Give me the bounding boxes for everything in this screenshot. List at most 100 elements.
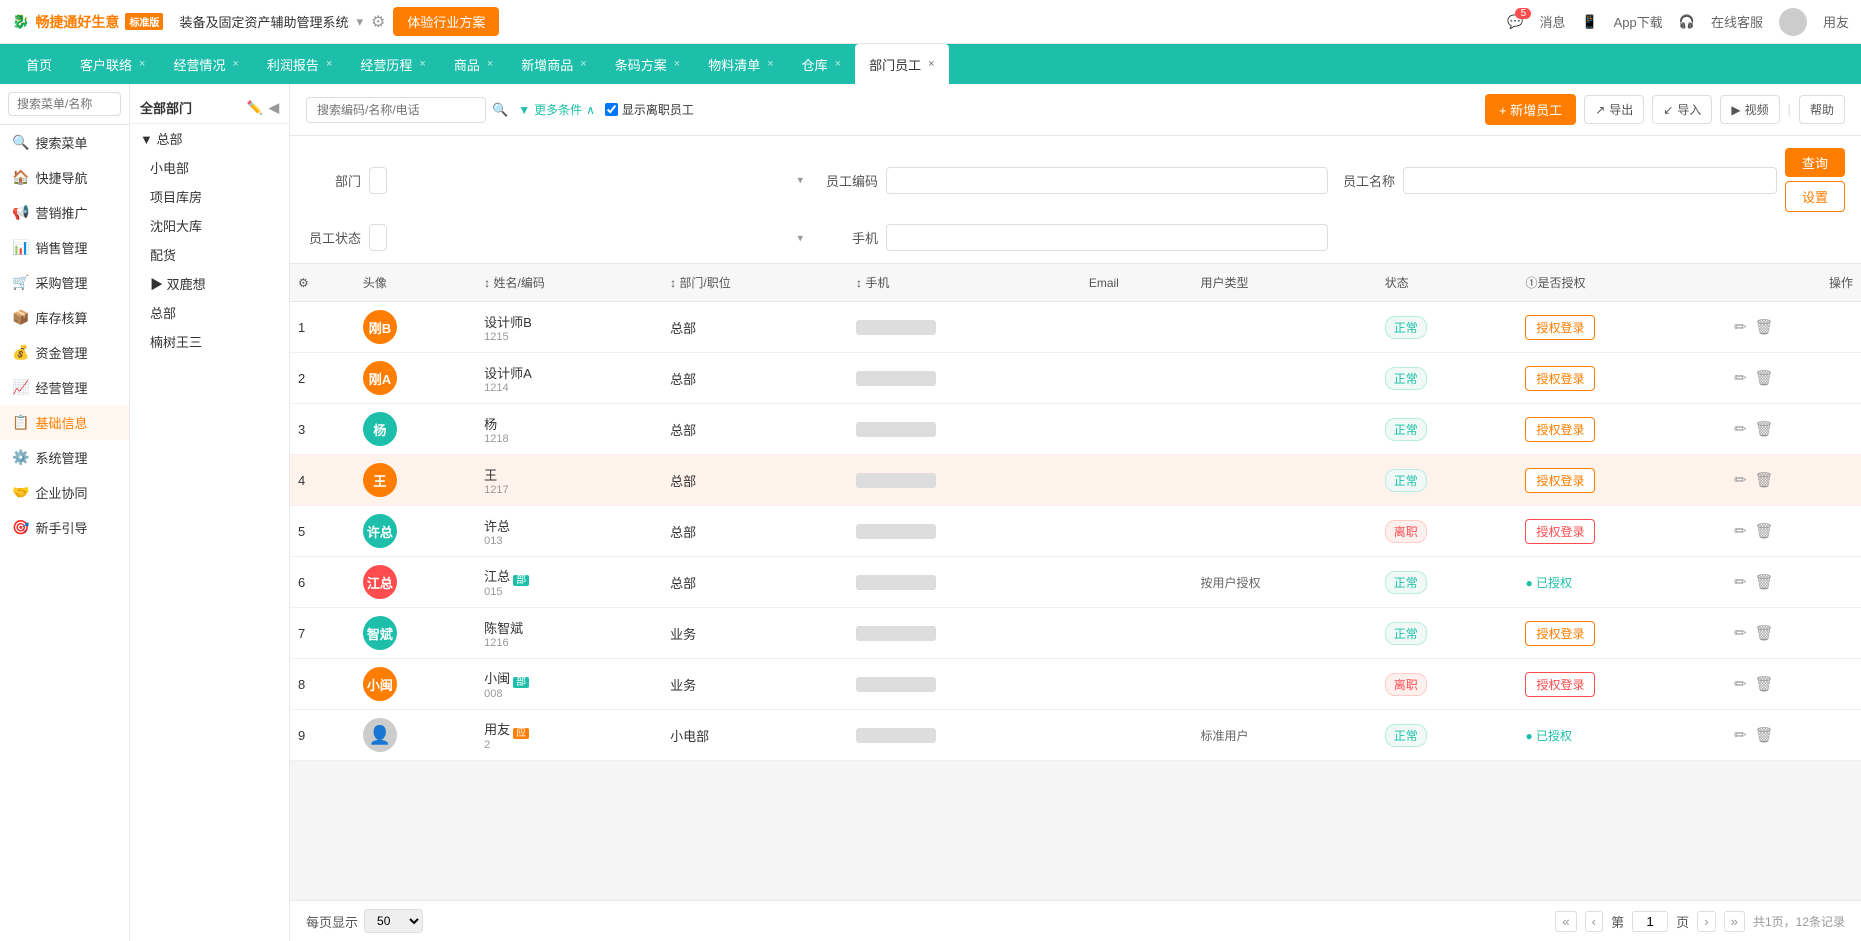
sidebar-item-库存核算[interactable]: 📦 库存核算 [0,300,129,335]
sidebar-search-input[interactable] [8,92,121,116]
table-settings-icon[interactable]: ⚙ [298,276,309,290]
page-number-input[interactable] [1632,911,1668,932]
page-size-select[interactable]: 50 100 [364,909,423,933]
nav-tab-商品[interactable]: 商品× [440,44,507,84]
auth-button[interactable]: 授权登录 [1525,672,1595,697]
view-button[interactable]: ▶ 视频 [1720,95,1779,124]
search-button[interactable]: 查询 [1785,148,1845,177]
dept-node-双鹿想[interactable]: ▶ 双鹿想 [130,269,289,298]
nav-tab-仓库[interactable]: 仓库× [788,44,855,84]
first-page-button[interactable]: « [1555,911,1576,932]
sidebar-item-新手引导[interactable]: 🎯 新手引导 [0,510,129,545]
auth-button[interactable]: 授权登录 [1525,519,1595,544]
dept-node-小电部[interactable]: 小电部 [130,153,289,182]
message-icon[interactable]: 💬 5 [1507,14,1523,30]
delete-icon[interactable]: 🗑 [1755,573,1774,591]
sidebar-item-资金管理[interactable]: 💰 资金管理 [0,335,129,370]
edit-icon[interactable]: ✏ [1734,471,1747,489]
close-tab-icon[interactable]: × [835,58,841,70]
close-tab-icon[interactable]: × [487,58,493,70]
dept-node-总部[interactable]: ▼ 总部 [130,124,289,153]
settings-icon[interactable]: ⚙ [371,12,385,32]
search-input[interactable] [306,97,486,123]
delete-icon[interactable]: 🗑 [1755,369,1774,387]
nav-tab-利润报告[interactable]: 利润报告× [253,44,346,84]
online-service-icon[interactable]: 🎧 [1679,14,1695,30]
edit-icon[interactable]: ✏ [1734,726,1747,744]
settings-button[interactable]: 设置 [1785,181,1845,212]
export-button[interactable]: ↗ 导出 [1584,95,1644,124]
delete-icon[interactable]: 🗑 [1755,471,1774,489]
delete-icon[interactable]: 🗑 [1755,624,1774,642]
close-tab-icon[interactable]: × [419,58,425,70]
nav-tab-经营历程[interactable]: 经营历程× [346,44,439,84]
show-resigned-checkbox[interactable]: 显示离职员工 [605,101,694,118]
sidebar-item-销售管理[interactable]: 📊 销售管理 [0,230,129,265]
emp-status-select[interactable] [369,224,387,251]
more-conditions-btn[interactable]: ▼ 更多条件 ∧ [518,101,595,118]
nav-tab-新增商品[interactable]: 新增商品× [507,44,600,84]
nav-tab-物料清单[interactable]: 物料清单× [694,44,787,84]
edit-icon[interactable]: ✏ [1734,420,1747,438]
dept-collapse-icon[interactable]: ◀ [269,100,279,116]
import-button[interactable]: ↙ 导入 [1652,95,1712,124]
close-tab-icon[interactable]: × [326,58,332,70]
show-resigned-check[interactable] [605,103,618,116]
nav-tab-客户联络[interactable]: 客户联络× [66,44,159,84]
edit-icon[interactable]: ✏ [1734,318,1747,336]
col-phone[interactable]: ↕ 手机 [848,264,1081,302]
delete-icon[interactable]: 🗑 [1755,675,1774,693]
sidebar-item-采购管理[interactable]: 🛒 采购管理 [0,265,129,300]
sidebar-item-企业协同[interactable]: 🤝 企业协同 [0,475,129,510]
sidebar-item-搜索菜单[interactable]: 🔍 搜索菜单 [0,125,129,160]
close-tab-icon[interactable]: × [139,58,145,70]
nav-tab-首页[interactable]: 首页 [12,44,66,84]
dropdown-icon[interactable]: ▾ [356,14,363,30]
dept-node-项目库房[interactable]: 项目库房 [130,182,289,211]
delete-icon[interactable]: 🗑 [1755,726,1774,744]
close-tab-icon[interactable]: × [580,58,586,70]
delete-icon[interactable]: 🗑 [1755,522,1774,540]
edit-icon[interactable]: ✏ [1734,369,1747,387]
close-tab-icon[interactable]: × [232,58,238,70]
edit-icon[interactable]: ✏ [1734,624,1747,642]
emp-code-input[interactable] [886,167,1328,194]
auth-button[interactable]: 授权登录 [1525,366,1595,391]
online-service-label[interactable]: 在线客服 [1711,12,1763,31]
sidebar-item-系统管理[interactable]: ⚙️ 系统管理 [0,440,129,475]
add-employee-button[interactable]: + 新增员工 [1485,94,1576,125]
sidebar-item-快捷导航[interactable]: 🏠 快捷导航 [0,160,129,195]
user-avatar[interactable] [1779,8,1807,36]
dept-select[interactable] [369,167,387,194]
edit-icon[interactable]: ✏ [1734,522,1747,540]
dept-node-沈阳大库[interactable]: 沈阳大库 [130,211,289,240]
auth-button[interactable]: 授权登录 [1525,417,1595,442]
dept-node-配货[interactable]: 配货 [130,240,289,269]
sidebar-item-营销推广[interactable]: 📢 营销推广 [0,195,129,230]
dept-edit-icon[interactable]: ✏️ [247,100,263,116]
edit-icon[interactable]: ✏ [1734,675,1747,693]
close-tab-icon[interactable]: × [767,58,773,70]
nav-tab-经营情况[interactable]: 经营情况× [159,44,252,84]
prev-page-button[interactable]: ‹ [1585,911,1603,932]
phone-input[interactable] [886,224,1328,251]
edit-icon[interactable]: ✏ [1734,573,1747,591]
trial-button[interactable]: 体验行业方案 [393,7,499,36]
last-page-button[interactable]: » [1724,911,1745,932]
dept-node-楠树王三[interactable]: 楠树王三 [130,327,289,356]
dept-node-总部[interactable]: 总部 [130,298,289,327]
delete-icon[interactable]: 🗑 [1755,420,1774,438]
app-download-label[interactable]: App下载 [1614,12,1663,31]
app-download-icon[interactable]: 📱 [1581,14,1597,30]
emp-name-input[interactable] [1403,167,1777,194]
col-settings[interactable]: ⚙ [290,264,355,302]
next-page-button[interactable]: › [1697,911,1715,932]
nav-tab-部门员工[interactable]: 部门员工× [855,44,948,84]
close-tab-icon[interactable]: × [674,58,680,70]
col-dept[interactable]: ↕ 部门/职位 [662,264,848,302]
help-button[interactable]: 帮助 [1799,95,1845,124]
col-name[interactable]: ↕ 姓名/编码 [476,264,662,302]
auth-button[interactable]: 授权登录 [1525,315,1595,340]
sidebar-item-经营管理[interactable]: 📈 经营管理 [0,370,129,405]
auth-button[interactable]: 授权登录 [1525,468,1595,493]
